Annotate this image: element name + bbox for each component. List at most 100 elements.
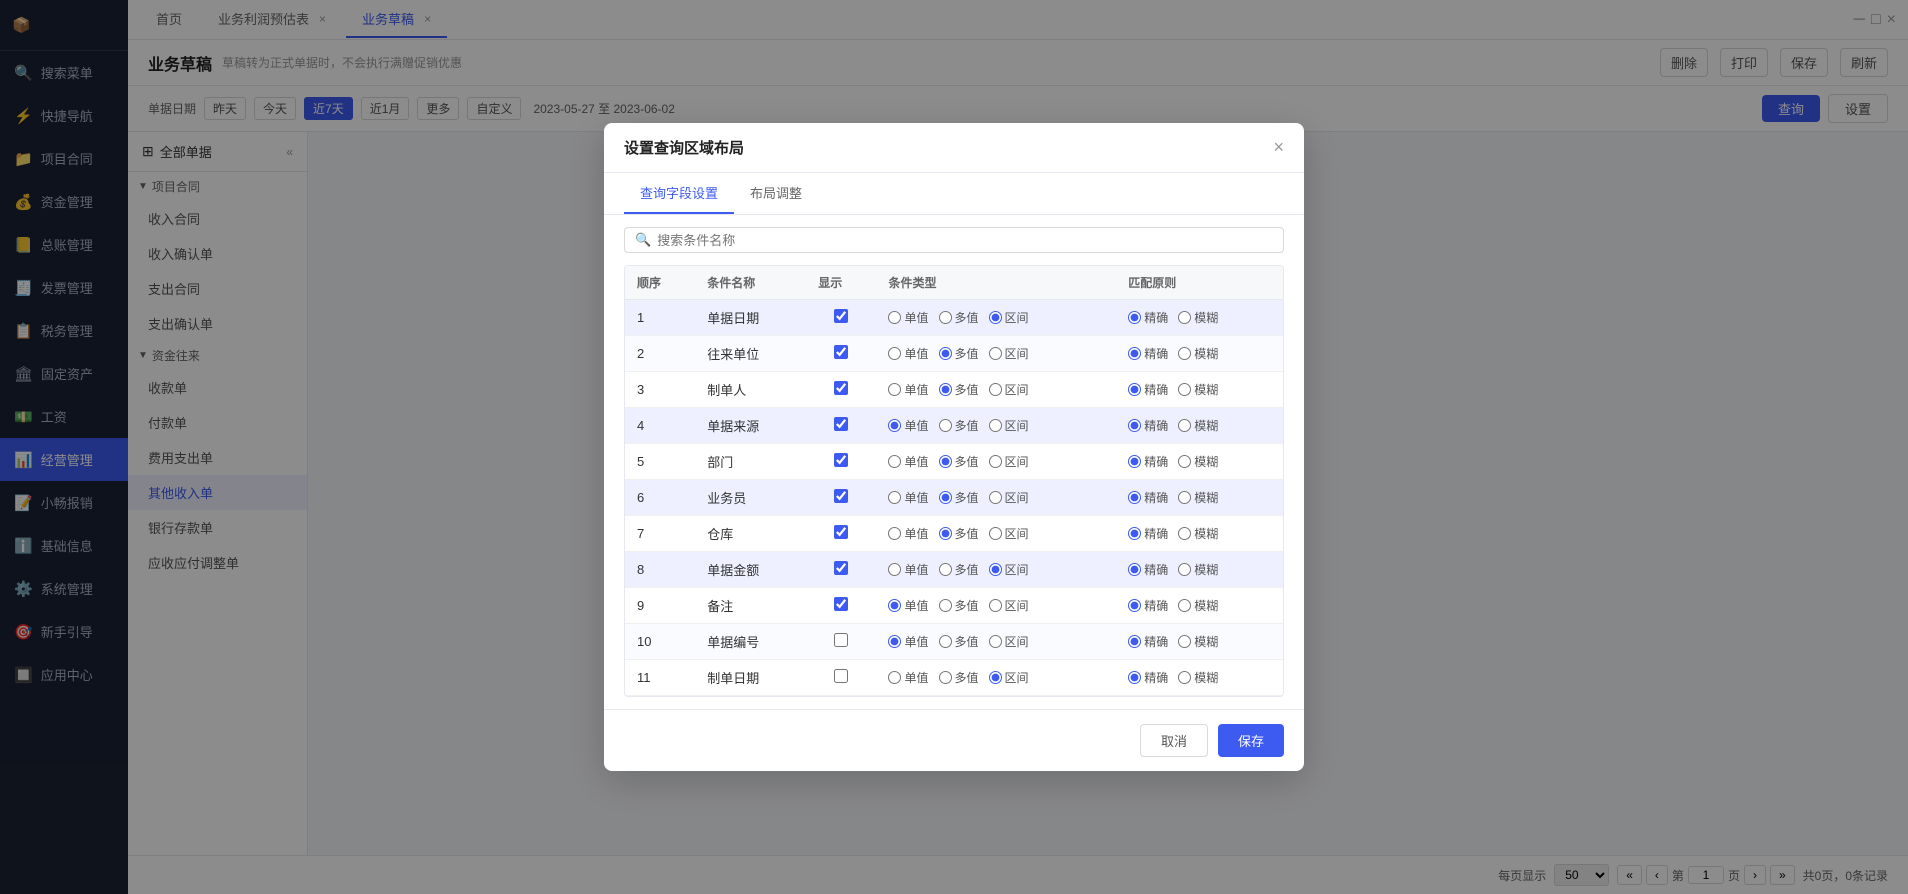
fuzzy-radio-label[interactable]: 模糊 xyxy=(1178,633,1218,650)
cancel-button[interactable]: 取消 xyxy=(1140,724,1208,757)
cell-show[interactable] xyxy=(806,588,876,624)
cell-show[interactable] xyxy=(806,624,876,660)
single-value-radio-label[interactable]: 单值 xyxy=(888,381,928,398)
range-radio[interactable] xyxy=(989,383,1002,396)
dialog-search-input[interactable] xyxy=(657,233,1273,248)
multi-value-radio[interactable] xyxy=(939,635,952,648)
multi-value-radio[interactable] xyxy=(939,599,952,612)
exact-radio-label[interactable]: 精确 xyxy=(1128,669,1168,686)
exact-radio-label[interactable]: 精确 xyxy=(1128,309,1168,326)
range-radio-label[interactable]: 区间 xyxy=(989,489,1029,506)
show-checkbox[interactable] xyxy=(834,489,848,503)
show-checkbox[interactable] xyxy=(834,525,848,539)
multi-value-radio[interactable] xyxy=(939,419,952,432)
single-value-radio[interactable] xyxy=(888,311,901,324)
fuzzy-radio[interactable] xyxy=(1178,419,1191,432)
dialog-overlay[interactable]: 设置查询区域布局 × 查询字段设置 布局调整 🔍 xyxy=(0,0,1908,894)
show-checkbox[interactable] xyxy=(834,597,848,611)
fuzzy-radio[interactable] xyxy=(1178,347,1191,360)
show-checkbox[interactable] xyxy=(834,309,848,323)
range-radio-label[interactable]: 区间 xyxy=(989,417,1029,434)
single-value-radio-label[interactable]: 单值 xyxy=(888,633,928,650)
fuzzy-radio-label[interactable]: 模糊 xyxy=(1178,489,1218,506)
fuzzy-radio[interactable] xyxy=(1178,527,1191,540)
single-value-radio[interactable] xyxy=(888,491,901,504)
exact-radio[interactable] xyxy=(1128,347,1141,360)
single-value-radio[interactable] xyxy=(888,383,901,396)
single-value-radio-label[interactable]: 单值 xyxy=(888,417,928,434)
single-value-radio-label[interactable]: 单值 xyxy=(888,669,928,686)
exact-radio-label[interactable]: 精确 xyxy=(1128,489,1168,506)
exact-radio[interactable] xyxy=(1128,383,1141,396)
fuzzy-radio-label[interactable]: 模糊 xyxy=(1178,669,1218,686)
single-value-radio[interactable] xyxy=(888,347,901,360)
multi-value-radio[interactable] xyxy=(939,455,952,468)
single-value-radio[interactable] xyxy=(888,563,901,576)
show-checkbox[interactable] xyxy=(834,453,848,467)
fuzzy-radio[interactable] xyxy=(1178,599,1191,612)
fuzzy-radio-label[interactable]: 模糊 xyxy=(1178,309,1218,326)
single-value-radio[interactable] xyxy=(888,419,901,432)
fuzzy-radio-label[interactable]: 模糊 xyxy=(1178,525,1218,542)
multi-value-radio-label[interactable]: 多值 xyxy=(939,669,979,686)
range-radio-label[interactable]: 区间 xyxy=(989,561,1029,578)
exact-radio-label[interactable]: 精确 xyxy=(1128,525,1168,542)
exact-radio[interactable] xyxy=(1128,419,1141,432)
multi-value-radio[interactable] xyxy=(939,491,952,504)
cell-show[interactable] xyxy=(806,336,876,372)
exact-radio-label[interactable]: 精确 xyxy=(1128,561,1168,578)
single-value-radio-label[interactable]: 单值 xyxy=(888,561,928,578)
show-checkbox[interactable] xyxy=(834,633,848,647)
cell-show[interactable] xyxy=(806,300,876,336)
multi-value-radio-label[interactable]: 多值 xyxy=(939,633,979,650)
range-radio[interactable] xyxy=(989,491,1002,504)
exact-radio[interactable] xyxy=(1128,671,1141,684)
show-checkbox[interactable] xyxy=(834,381,848,395)
multi-value-radio[interactable] xyxy=(939,383,952,396)
multi-value-radio[interactable] xyxy=(939,347,952,360)
range-radio-label[interactable]: 区间 xyxy=(989,525,1029,542)
multi-value-radio[interactable] xyxy=(939,563,952,576)
exact-radio-label[interactable]: 精确 xyxy=(1128,597,1168,614)
exact-radio[interactable] xyxy=(1128,311,1141,324)
single-value-radio[interactable] xyxy=(888,599,901,612)
cell-show[interactable] xyxy=(806,552,876,588)
range-radio-label[interactable]: 区间 xyxy=(989,597,1029,614)
single-value-radio-label[interactable]: 单值 xyxy=(888,453,928,470)
multi-value-radio[interactable] xyxy=(939,671,952,684)
fuzzy-radio[interactable] xyxy=(1178,383,1191,396)
fuzzy-radio[interactable] xyxy=(1178,455,1191,468)
exact-radio-label[interactable]: 精确 xyxy=(1128,381,1168,398)
multi-value-radio-label[interactable]: 多值 xyxy=(939,597,979,614)
fuzzy-radio-label[interactable]: 模糊 xyxy=(1178,453,1218,470)
multi-value-radio-label[interactable]: 多值 xyxy=(939,417,979,434)
multi-value-radio-label[interactable]: 多值 xyxy=(939,453,979,470)
fuzzy-radio-label[interactable]: 模糊 xyxy=(1178,561,1218,578)
exact-radio-label[interactable]: 精确 xyxy=(1128,417,1168,434)
single-value-radio-label[interactable]: 单值 xyxy=(888,345,928,362)
range-radio[interactable] xyxy=(989,635,1002,648)
fuzzy-radio[interactable] xyxy=(1178,491,1191,504)
exact-radio[interactable] xyxy=(1128,491,1141,504)
exact-radio[interactable] xyxy=(1128,635,1141,648)
range-radio[interactable] xyxy=(989,347,1002,360)
range-radio-label[interactable]: 区间 xyxy=(989,453,1029,470)
save-dialog-button[interactable]: 保存 xyxy=(1218,724,1284,757)
range-radio-label[interactable]: 区间 xyxy=(989,669,1029,686)
range-radio[interactable] xyxy=(989,419,1002,432)
fuzzy-radio[interactable] xyxy=(1178,671,1191,684)
range-radio[interactable] xyxy=(989,671,1002,684)
exact-radio-label[interactable]: 精确 xyxy=(1128,345,1168,362)
multi-value-radio-label[interactable]: 多值 xyxy=(939,489,979,506)
multi-value-radio[interactable] xyxy=(939,527,952,540)
single-value-radio[interactable] xyxy=(888,671,901,684)
multi-value-radio-label[interactable]: 多值 xyxy=(939,525,979,542)
fuzzy-radio[interactable] xyxy=(1178,635,1191,648)
range-radio-label[interactable]: 区间 xyxy=(989,381,1029,398)
multi-value-radio-label[interactable]: 多值 xyxy=(939,381,979,398)
multi-value-radio[interactable] xyxy=(939,311,952,324)
exact-radio[interactable] xyxy=(1128,455,1141,468)
exact-radio-label[interactable]: 精确 xyxy=(1128,453,1168,470)
fuzzy-radio-label[interactable]: 模糊 xyxy=(1178,381,1218,398)
single-value-radio-label[interactable]: 单值 xyxy=(888,309,928,326)
